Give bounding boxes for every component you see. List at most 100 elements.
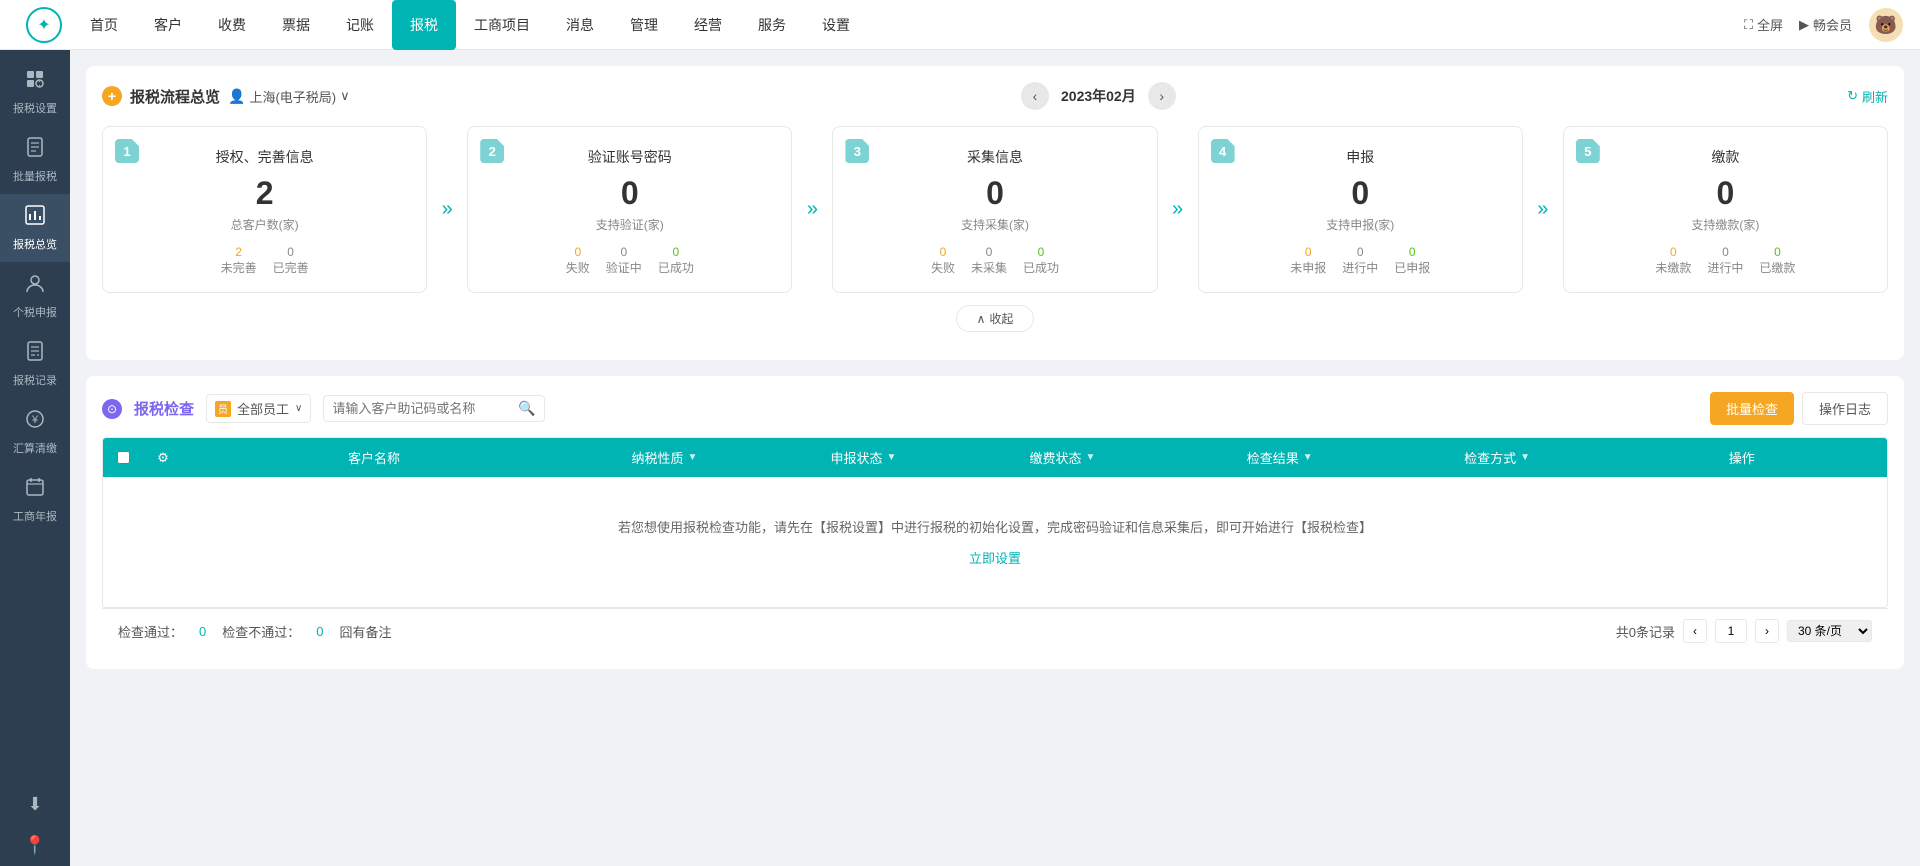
th-pay-status[interactable]: 缴费状态 ▼: [963, 438, 1162, 477]
step-4-stats: 0 未申报 0 进行中 0 已申报: [1215, 245, 1506, 276]
th-check-result[interactable]: 检查结果 ▼: [1162, 438, 1398, 477]
th-check-method[interactable]: 检查方式 ▼: [1398, 438, 1597, 477]
filter-icon-pay: ▼: [1086, 452, 1096, 463]
step-1-count: 2: [119, 175, 410, 212]
step-4-not-declared[interactable]: 0 未申报: [1290, 245, 1326, 276]
top-navigation: ✦ 首页 客户 收费 票据 记账 报税 工商项目 消息 管理 经营 服务 设置 …: [0, 0, 1920, 50]
location-person-icon: 👤: [228, 88, 245, 105]
step-5-title: 缴款: [1580, 147, 1871, 167]
nav-settings[interactable]: 设置: [804, 0, 868, 50]
nav-service[interactable]: 服务: [740, 0, 804, 50]
svg-text:✦: ✦: [37, 17, 50, 34]
page-number-input[interactable]: [1715, 619, 1747, 643]
current-month: 2023年02月: [1061, 86, 1136, 106]
nav-right-area: ⛶ 全屏 ▶ 畅会员 🐻: [1744, 7, 1904, 43]
batch-tax-icon: [24, 136, 46, 164]
arrow-4-5: »: [1523, 126, 1563, 293]
nav-invoice[interactable]: 票据: [264, 0, 328, 50]
sidebar-item-settlement[interactable]: ¥ 汇算清缴: [0, 398, 70, 466]
nav-management[interactable]: 管理: [612, 0, 676, 50]
tax-settings-icon: [24, 68, 46, 96]
pass-count[interactable]: 0: [199, 624, 206, 639]
nav-accounting[interactable]: 记账: [328, 0, 392, 50]
prev-page-button[interactable]: ‹: [1683, 619, 1707, 643]
double-arrow-icon-3: »: [1172, 198, 1183, 221]
step-4-num: 4: [1211, 139, 1235, 163]
double-arrow-icon-4: »: [1537, 198, 1548, 221]
step-5-paid[interactable]: 0 已缴款: [1759, 245, 1795, 276]
tax-check-card: ⊙ 报税检查 员 全部员工 ∨ 🔍 批量检查 操作日志: [86, 376, 1904, 669]
step-5-not-paid[interactable]: 0 未缴款: [1655, 245, 1691, 276]
prev-month-button[interactable]: ‹: [1021, 82, 1049, 110]
th-checkbox[interactable]: [103, 438, 143, 477]
settlement-icon: ¥: [24, 408, 46, 436]
nav-fee[interactable]: 收费: [200, 0, 264, 50]
collapse-button[interactable]: ∧ 收起: [956, 305, 1035, 332]
nav-home[interactable]: 首页: [72, 0, 136, 50]
th-declare-status[interactable]: 申报状态 ▼: [764, 438, 963, 477]
batch-check-button[interactable]: 批量检查: [1710, 392, 1794, 425]
nav-tax[interactable]: 报税: [392, 0, 456, 50]
arrow-3-4: »: [1158, 126, 1198, 293]
sidebar-item-tax-settings[interactable]: 报税设置: [0, 58, 70, 126]
next-month-button[interactable]: ›: [1148, 82, 1176, 110]
sidebar-item-personal-tax[interactable]: 个税申报: [0, 262, 70, 330]
nav-operation[interactable]: 经营: [676, 0, 740, 50]
sidebar-item-tax-overview[interactable]: 报税总览: [0, 194, 70, 262]
fullscreen-button[interactable]: ⛶ 全屏: [1744, 15, 1783, 34]
sidebar-item-download[interactable]: ⬇: [0, 784, 70, 825]
step-3-count: 0: [849, 175, 1140, 212]
step-1-complete[interactable]: 0 已完善: [273, 245, 309, 276]
step-3-stats: 0 失败 0 未采集 0 已成功: [849, 245, 1140, 276]
nav-business[interactable]: 工商项目: [456, 0, 548, 50]
refresh-button[interactable]: ↻ 刷新: [1847, 87, 1888, 106]
step-3-success[interactable]: 0 已成功: [1023, 245, 1059, 276]
pagination: 共0条记录 ‹ › 30 条/页 50 条/页 100 条/页: [1616, 619, 1872, 643]
sidebar-item-tax-record[interactable]: 报税记录: [0, 330, 70, 398]
step-3-fail[interactable]: 0 失败: [931, 245, 955, 276]
step-2-subtitle: 支持验证(家): [484, 216, 775, 233]
step-2-title: 验证账号密码: [484, 147, 775, 167]
location-selector[interactable]: 👤 上海(电子税局) ∨: [228, 87, 350, 106]
total-count: 共0条记录: [1616, 622, 1675, 641]
pass-label: 检查通过：: [118, 622, 183, 641]
employee-icon: 员: [215, 401, 231, 417]
step-5-num: 5: [1576, 139, 1600, 163]
main-layout: 报税设置 批量报税 报税总览: [0, 50, 1920, 866]
th-settings[interactable]: ⚙: [143, 438, 183, 477]
step-4-count: 0: [1215, 175, 1506, 212]
page-size-select[interactable]: 30 条/页 50 条/页 100 条/页: [1787, 620, 1872, 642]
filter-icon-method: ▼: [1520, 452, 1530, 463]
employee-filter-dropdown[interactable]: 员 全部员工 ∨: [206, 394, 311, 423]
th-tax-type[interactable]: 纳税性质 ▼: [565, 438, 764, 477]
search-input[interactable]: [332, 401, 512, 416]
fail-count[interactable]: 0: [316, 624, 323, 639]
app-logo: ✦: [16, 7, 72, 43]
step-2-success[interactable]: 0 已成功: [658, 245, 694, 276]
tax-record-icon: [24, 340, 46, 368]
flow-step-1: 1 授权、完善信息 2 总客户数(家) 2 未完善 0 已完善: [102, 126, 427, 293]
step-3-num: 3: [845, 139, 869, 163]
location-icon: 📍: [24, 835, 46, 856]
sidebar-item-batch-tax[interactable]: 批量报税: [0, 126, 70, 194]
sidebar-item-location[interactable]: 📍: [0, 825, 70, 866]
nav-client[interactable]: 客户: [136, 0, 200, 50]
step-2-num: 2: [480, 139, 504, 163]
svg-text:🐻: 🐻: [1875, 14, 1897, 35]
main-content: + 报税流程总览 👤 上海(电子税局) ∨ ‹ 2023年02月 › ↻ 刷新: [70, 50, 1920, 866]
step-2-fail[interactable]: 0 失败: [566, 245, 590, 276]
nav-message[interactable]: 消息: [548, 0, 612, 50]
sidebar-item-annual-report[interactable]: 工商年报: [0, 466, 70, 534]
tax-overview-icon: [24, 204, 46, 232]
step-4-declared[interactable]: 0 已申报: [1394, 245, 1430, 276]
setup-link[interactable]: 立即设置: [143, 548, 1847, 567]
operation-log-button[interactable]: 操作日志: [1802, 392, 1888, 425]
search-button[interactable]: 🔍: [518, 400, 535, 417]
member-button[interactable]: ▶ 畅会员: [1799, 15, 1852, 34]
flow-step-5: 5 缴款 0 支持缴款(家) 0 未缴款 0 进行中: [1563, 126, 1888, 293]
avatar: 🐻: [1868, 7, 1904, 43]
next-page-button[interactable]: ›: [1755, 619, 1779, 643]
th-client-name: 客户名称: [183, 438, 565, 477]
step-1-incomplete[interactable]: 2 未完善: [221, 245, 257, 276]
select-all-checkbox[interactable]: [117, 451, 130, 464]
